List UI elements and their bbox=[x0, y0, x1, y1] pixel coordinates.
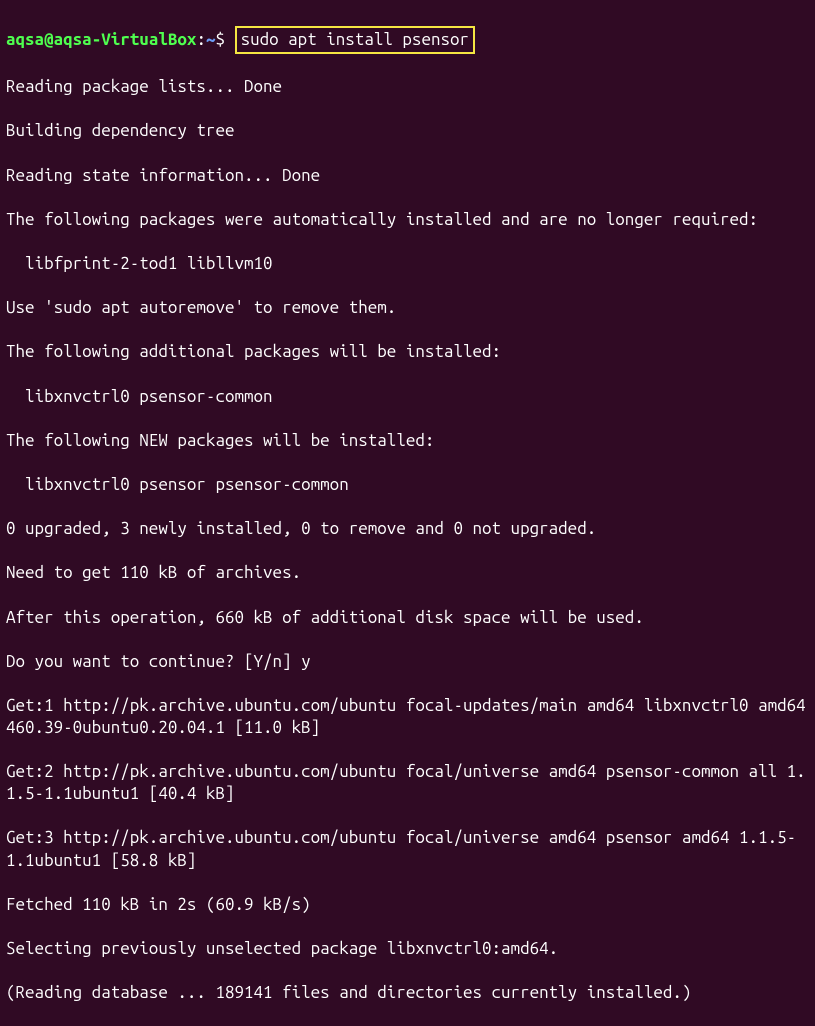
output-line: The following NEW packages will be insta… bbox=[6, 430, 809, 452]
output-line: Building dependency tree bbox=[6, 120, 809, 142]
output-line: Get:1 http://pk.archive.ubuntu.com/ubunt… bbox=[6, 695, 809, 739]
output-line: Use 'sudo apt autoremove' to remove them… bbox=[6, 297, 809, 319]
output-line: The following packages were automaticall… bbox=[6, 209, 809, 231]
output-line: After this operation, 660 kB of addition… bbox=[6, 607, 809, 629]
prompt-at: @ bbox=[44, 30, 54, 49]
output-line: libxnvctrl0 psensor psensor-common bbox=[6, 474, 809, 496]
output-line: (Reading database ... 189141 files and d… bbox=[6, 982, 809, 1004]
output-line: Get:2 http://pk.archive.ubuntu.com/ubunt… bbox=[6, 761, 809, 805]
prompt-line: aqsa@aqsa-VirtualBox:~$ sudo apt install… bbox=[6, 26, 809, 54]
output-line: 0 upgraded, 3 newly installed, 0 to remo… bbox=[6, 518, 809, 540]
output-line: Selecting previously unselected package … bbox=[6, 938, 809, 960]
output-line: libxnvctrl0 psensor-common bbox=[6, 386, 809, 408]
prompt-user: aqsa bbox=[6, 30, 44, 49]
output-line: Do you want to continue? [Y/n] y bbox=[6, 651, 809, 673]
prompt-host: aqsa-VirtualBox bbox=[54, 30, 197, 49]
prompt-colon: : bbox=[196, 30, 206, 49]
output-line: Need to get 110 kB of archives. bbox=[6, 562, 809, 584]
output-line: libfprint-2-tod1 libllvm10 bbox=[6, 253, 809, 275]
output-line: Fetched 110 kB in 2s (60.9 kB/s) bbox=[6, 894, 809, 916]
prompt-path: ~ bbox=[206, 30, 216, 49]
output-line: Reading state information... Done bbox=[6, 165, 809, 187]
prompt-dollar: $ bbox=[216, 30, 226, 49]
command-text: sudo apt install psensor bbox=[241, 30, 469, 49]
output-line: The following additional packages will b… bbox=[6, 341, 809, 363]
output-line: Get:3 http://pk.archive.ubuntu.com/ubunt… bbox=[6, 827, 809, 871]
terminal-window[interactable]: aqsa@aqsa-VirtualBox:~$ sudo apt install… bbox=[6, 4, 809, 1026]
command-highlight: sudo apt install psensor bbox=[235, 26, 475, 54]
output-line: Reading package lists... Done bbox=[6, 76, 809, 98]
